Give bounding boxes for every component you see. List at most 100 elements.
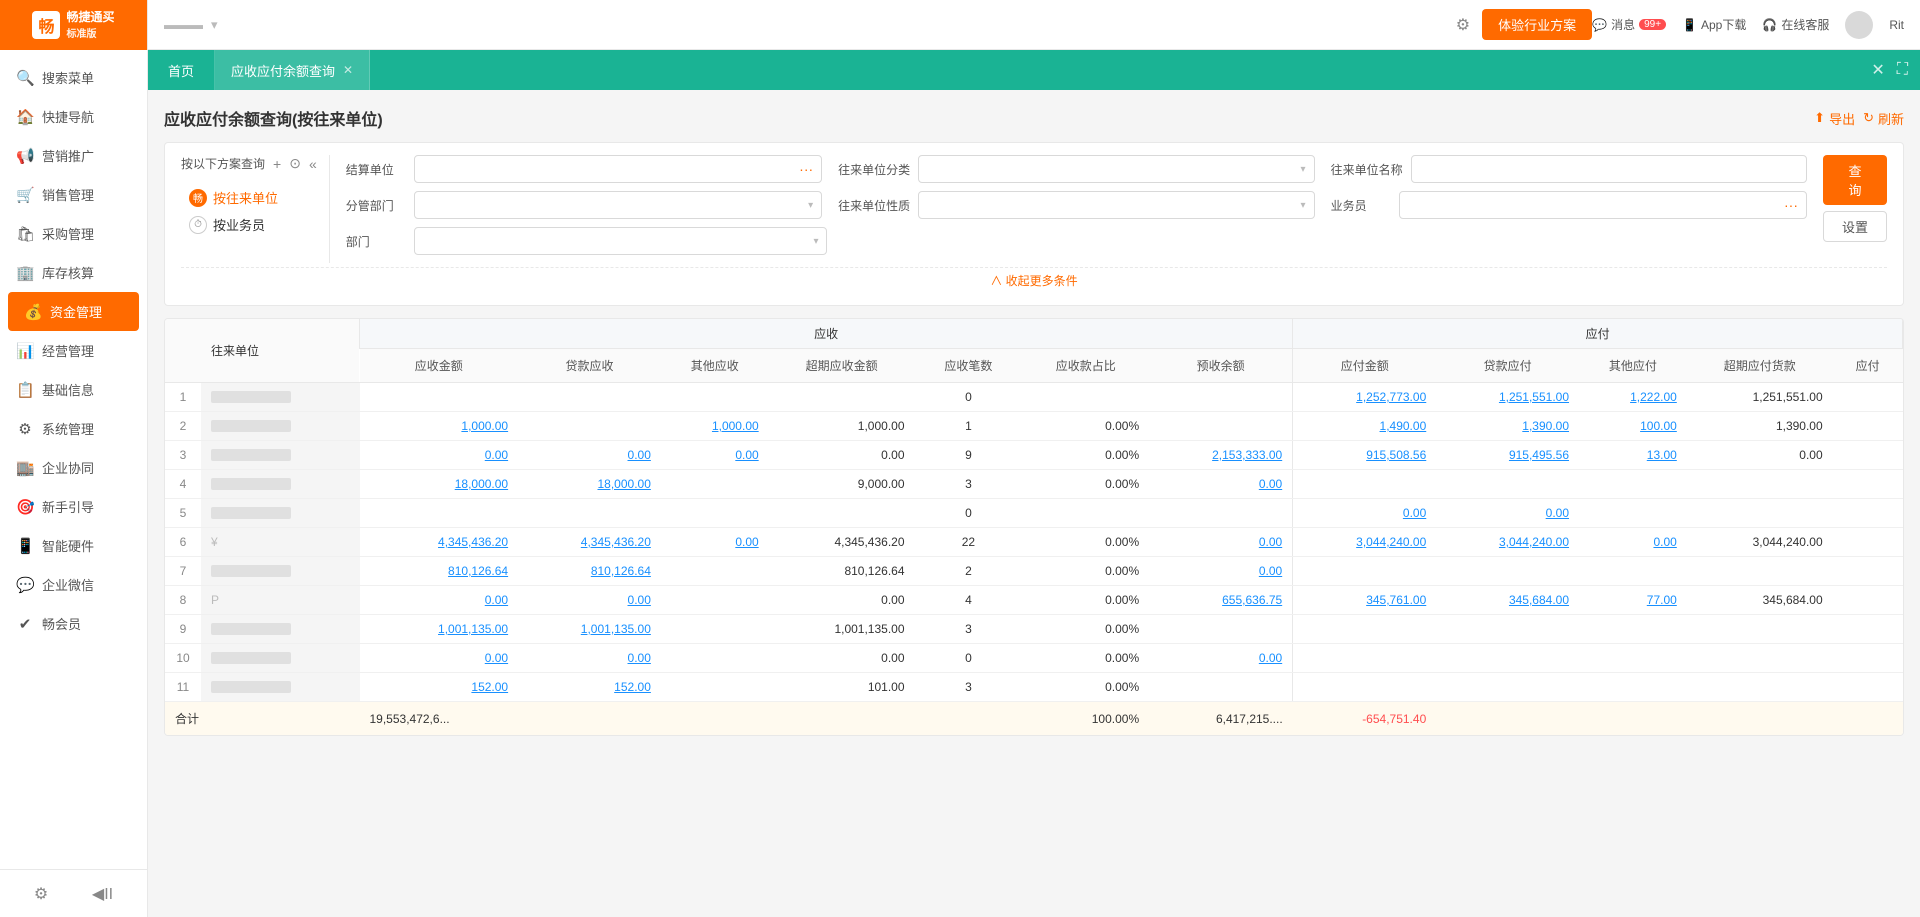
tab-close-all-icon[interactable]: ✕ (1871, 60, 1884, 80)
collapse-label: 收起更多条件 (1006, 274, 1078, 288)
sidebar-item-marketing[interactable]: 📢 营销推广 (0, 136, 147, 175)
cell-link[interactable]: 0.00 (1403, 506, 1426, 520)
app-download-button[interactable]: 📱 App下载 (1682, 16, 1746, 33)
message-button[interactable]: 💬 消息 99+ (1592, 16, 1666, 33)
cell-ar-overdue: 0.00 (769, 586, 915, 615)
cell-link[interactable]: 1,000.00 (461, 419, 508, 433)
input-manage-dept[interactable]: ▾ (414, 191, 822, 219)
cell-link[interactable]: 0.00 (735, 535, 758, 549)
sidebar-item-operation[interactable]: 📊 经营管理 (0, 331, 147, 370)
cell-link[interactable]: 3,044,240.00 (1356, 535, 1426, 549)
tab-ar-ap[interactable]: 应收应付余额查询 ✕ (215, 50, 370, 90)
tab-home[interactable]: 首页 (148, 50, 215, 90)
input-salesman[interactable]: ··· (1399, 191, 1807, 219)
export-button[interactable]: ⬆ 导出 (1814, 109, 1855, 128)
cell-link[interactable]: 0.00 (1546, 506, 1569, 520)
sidebar-item-wechat[interactable]: 💬 企业微信 (0, 565, 147, 604)
cell-link[interactable]: 1,252,773.00 (1356, 390, 1426, 404)
cell-link[interactable]: 0.00 (1259, 535, 1282, 549)
cell-link[interactable]: 0.00 (485, 448, 508, 462)
search-panel: 按以下方案查询 + ⊙ « 畅 按往来单位 ⏱ 按业务员 (164, 142, 1904, 306)
scheme-settings-icon[interactable]: ⊙ (289, 155, 301, 172)
cell-link[interactable]: 0.00 (1259, 651, 1282, 665)
cell-link[interactable]: 1,251,551.00 (1499, 390, 1569, 404)
cell-link[interactable]: 0.00 (485, 651, 508, 665)
query-button[interactable]: 查询 (1823, 155, 1887, 205)
tab-close-icon[interactable]: ✕ (343, 63, 353, 77)
header-gear-icon[interactable]: ⚙ (1456, 15, 1470, 35)
cell-link[interactable]: 4,345,436.20 (438, 535, 508, 549)
col-ap-last-header: 应付 (1833, 349, 1903, 383)
cell-link[interactable]: 1,222.00 (1630, 390, 1677, 404)
table-scroll-area[interactable]: 往来单位 应收 应付 应收金额 贷款应收 其他应收 超期应收金额 应收笔数 应收… (165, 319, 1903, 735)
sidebar-item-system[interactable]: ⚙ 系统管理 (0, 409, 147, 448)
input-dept[interactable]: ▾ (414, 227, 828, 255)
sidebar-item-quick[interactable]: 🏠 快捷导航 (0, 97, 147, 136)
cell-link[interactable]: 810,126.64 (448, 564, 508, 578)
cell-partner (201, 412, 360, 441)
cell-link[interactable]: 18,000.00 (597, 477, 650, 491)
cell-link[interactable]: 77.00 (1647, 593, 1677, 607)
cell-link[interactable]: 0.00 (628, 448, 651, 462)
cell-link[interactable]: 810,126.64 (591, 564, 651, 578)
cell-link[interactable]: 0.00 (1259, 564, 1282, 578)
cell-link[interactable]: 0.00 (1653, 535, 1676, 549)
cell-link[interactable]: 915,495.56 (1509, 448, 1569, 462)
cell-link[interactable]: 18,000.00 (455, 477, 508, 491)
scheme-option-salesman[interactable]: ⏱ 按业务员 (181, 211, 317, 238)
cell-link[interactable]: 345,761.00 (1366, 593, 1426, 607)
cell-link[interactable]: 1,000.00 (712, 419, 759, 433)
cell-link[interactable]: 0.00 (485, 593, 508, 607)
cell-link[interactable]: 1,390.00 (1522, 419, 1569, 433)
wechat-icon: 💬 (16, 576, 34, 594)
settings-bottom-icon[interactable]: ⚙ (34, 884, 48, 904)
cell-link[interactable]: 0.00 (735, 448, 758, 462)
cell-link[interactable]: 3,044,240.00 (1499, 535, 1569, 549)
refresh-button[interactable]: ↻ 刷新 (1863, 109, 1904, 128)
sidebar-item-search[interactable]: 🔍 搜索菜单 (0, 58, 147, 97)
sidebar-item-company[interactable]: 🏬 企业协同 (0, 448, 147, 487)
cell-link[interactable]: 1,001,135.00 (581, 622, 651, 636)
app-icon: 📱 (1682, 18, 1697, 32)
input-partner-nature[interactable]: ▾ (918, 191, 1314, 219)
sidebar-item-sales[interactable]: 🛒 销售管理 (0, 175, 147, 214)
sidebar-item-basic[interactable]: 📋 基础信息 (0, 370, 147, 409)
cell-link[interactable]: 2,153,333.00 (1212, 448, 1282, 462)
trial-button[interactable]: 体验行业方案 (1482, 9, 1592, 40)
cell-link[interactable]: 1,001,135.00 (438, 622, 508, 636)
add-scheme-icon[interactable]: + (273, 156, 281, 172)
sidebar-item-purchase[interactable]: 🛍 采购管理 (0, 214, 147, 253)
username[interactable]: Rit (1889, 18, 1904, 32)
input-partner-category[interactable]: ▾ (918, 155, 1314, 183)
sidebar-item-hardware[interactable]: 📱 智能硬件 (0, 526, 147, 565)
cell-link[interactable]: 0.00 (628, 593, 651, 607)
cell-link[interactable]: 100.00 (1640, 419, 1677, 433)
cell-link[interactable]: 0.00 (628, 651, 651, 665)
tab-expand-icon[interactable]: ⛶ (1897, 61, 1908, 79)
sidebar-item-guide[interactable]: 🎯 新手引导 (0, 487, 147, 526)
cell-link[interactable]: 0.00 (1259, 477, 1282, 491)
cell-ar-overdue: 9,000.00 (769, 470, 915, 499)
collapse-button[interactable]: ∧ 收起更多条件 (181, 267, 1887, 293)
cell-link[interactable]: 152.00 (471, 680, 508, 694)
input-partner-name[interactable] (1411, 155, 1807, 183)
input-settlement-unit[interactable]: ··· (414, 155, 822, 183)
scheme-option-partner[interactable]: 畅 按往来单位 (181, 184, 317, 211)
cell-link[interactable]: 655,636.75 (1222, 593, 1282, 607)
cell-link[interactable]: 152.00 (614, 680, 651, 694)
col-ar-prepay-header: 预收余额 (1149, 349, 1293, 383)
setting-button[interactable]: 设置 (1823, 211, 1887, 242)
cell-link[interactable]: 4,345,436.20 (581, 535, 651, 549)
cell-link[interactable]: 1,490.00 (1380, 419, 1427, 433)
cell-link[interactable]: 13.00 (1647, 448, 1677, 462)
sidebar-item-vip[interactable]: ✔ 畅会员 (0, 604, 147, 643)
avatar[interactable] (1845, 11, 1873, 39)
scheme-arrow-icon[interactable]: « (309, 156, 317, 172)
service-button[interactable]: 🎧 在线客服 (1762, 16, 1829, 33)
sidebar-item-inventory[interactable]: 🏢 库存核算 (0, 253, 147, 292)
sidebar-bottom: ⚙ ◀II (0, 869, 147, 917)
collapse-icon[interactable]: ◀II (92, 884, 113, 904)
cell-link[interactable]: 345,684.00 (1509, 593, 1569, 607)
sidebar-item-finance[interactable]: 💰 资金管理 (8, 292, 139, 331)
cell-link[interactable]: 915,508.56 (1366, 448, 1426, 462)
